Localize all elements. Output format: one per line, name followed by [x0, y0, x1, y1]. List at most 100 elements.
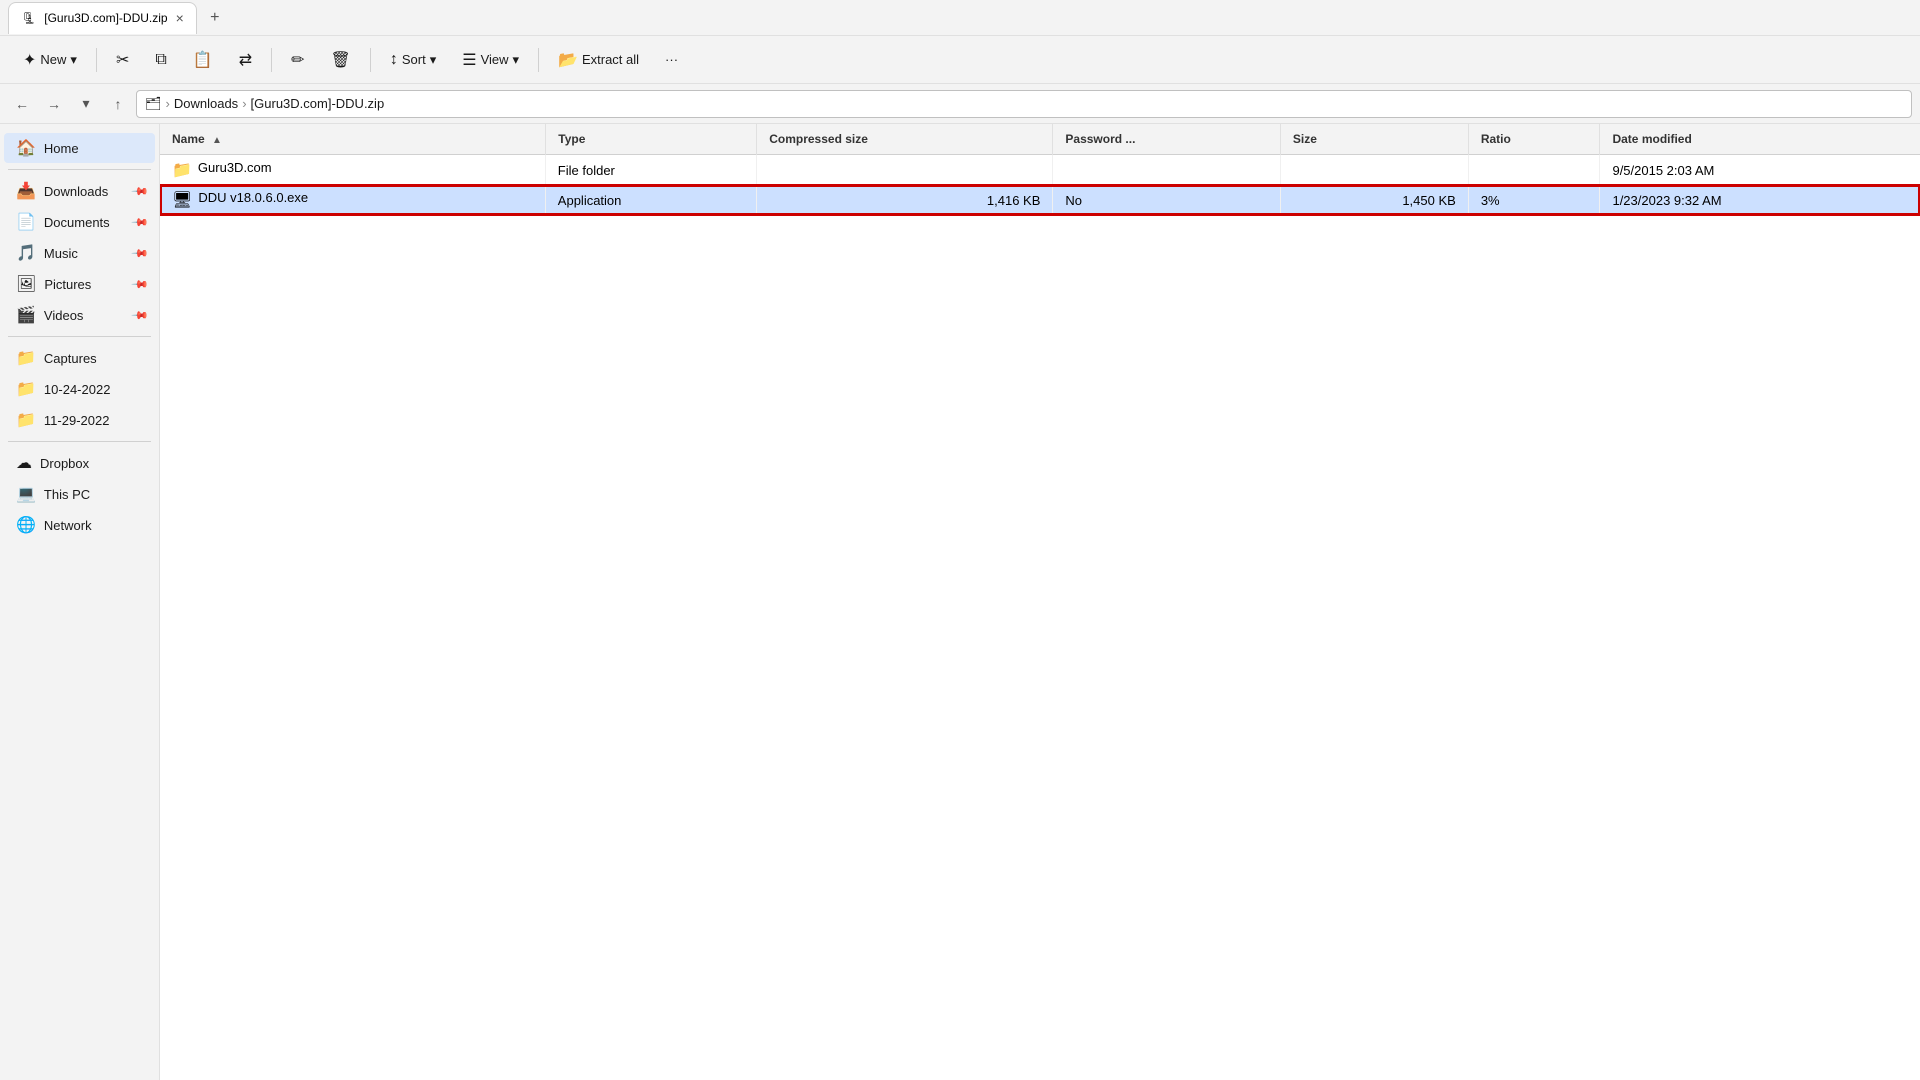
new-tab-button[interactable]: +: [201, 4, 229, 32]
downloads-icon: 📥: [16, 181, 36, 201]
cut-icon: ✂: [116, 50, 129, 70]
file-row-icon: 📁: [172, 160, 192, 180]
tab-icon: 🗜: [21, 11, 36, 25]
sidebar-item-10-24-2022[interactable]: 📁 10-24-2022: [4, 374, 155, 404]
col-password[interactable]: Password ...: [1053, 124, 1281, 155]
sidebar-item-home-label: Home: [44, 141, 79, 156]
sort-button[interactable]: ↕ Sort ▾: [379, 42, 447, 78]
content-area: Name ▲ Type Compressed size Password ...…: [160, 124, 1920, 1080]
sidebar-item-captures[interactable]: 📁 Captures: [4, 343, 155, 373]
col-compressed-size[interactable]: Compressed size: [757, 124, 1053, 155]
file-ratio-cell: 3%: [1468, 185, 1600, 215]
col-compressed-size-label: Compressed size: [769, 132, 868, 146]
breadcrumb-zip[interactable]: [Guru3D.com]-DDU.zip: [251, 96, 385, 111]
sidebar-item-dropbox[interactable]: ☁ Dropbox: [4, 448, 155, 478]
new-arrow: ▾: [70, 52, 77, 68]
toolbar: ✦ New ▾ ✂ ⧉ 📋 ⇄ ✏ 🗑 ↕ Sort ▾ ☰ View ▾ 📂 …: [0, 36, 1920, 84]
downloads-pin-icon: 📌: [131, 182, 150, 201]
rename-icon: ✏: [291, 50, 304, 70]
sidebar-item-pictures-label: Pictures: [44, 277, 91, 292]
file-ratio-cell: [1468, 155, 1600, 186]
file-date-cell: 9/5/2015 2:03 AM: [1600, 155, 1920, 186]
delete-button[interactable]: 🗑: [320, 42, 362, 78]
file-compressed-size-cell: [757, 155, 1053, 186]
sidebar-item-documents[interactable]: 📄 Documents 📌: [4, 207, 155, 237]
more-button[interactable]: ···: [654, 42, 689, 78]
move-icon: ⇄: [239, 50, 252, 70]
new-label: New: [40, 52, 66, 67]
sidebar-item-home[interactable]: 🏠 Home: [4, 133, 155, 163]
network-icon: 🌐: [16, 515, 36, 535]
sidebar-divider-3: [8, 441, 151, 442]
file-row-name: DDU v18.0.6.0.exe: [198, 190, 308, 210]
sidebar-item-10-24-2022-label: 10-24-2022: [44, 382, 111, 397]
pictures-pin-icon: 📌: [131, 275, 150, 294]
breadcrumb-root-icon: 🗂: [145, 96, 162, 112]
recent-icon: ▾: [82, 95, 89, 112]
folder-11-icon: 📁: [16, 410, 36, 430]
sidebar-item-documents-label: Documents: [44, 215, 110, 230]
move-button[interactable]: ⇄: [228, 42, 263, 78]
sidebar-item-downloads[interactable]: 📥 Downloads 📌: [4, 176, 155, 206]
col-ratio[interactable]: Ratio: [1468, 124, 1600, 155]
forward-button[interactable]: →: [40, 90, 68, 118]
col-name[interactable]: Name ▲: [160, 124, 546, 155]
file-size-cell: 1,450 KB: [1280, 185, 1468, 215]
sep2: [271, 48, 272, 72]
file-type-cell: File folder: [546, 155, 757, 186]
forward-icon: →: [47, 96, 61, 112]
sidebar-item-thispc[interactable]: 💻 This PC: [4, 479, 155, 509]
file-password-cell: [1053, 155, 1281, 186]
folder-10-icon: 📁: [16, 379, 36, 399]
copy-button[interactable]: ⧉: [144, 42, 177, 78]
table-row[interactable]: 🖥DDU v18.0.6.0.exeApplication1,416 KBNo1…: [160, 185, 1920, 215]
extract-all-button[interactable]: 📂 Extract all: [547, 42, 650, 78]
col-type[interactable]: Type: [546, 124, 757, 155]
sidebar-item-dropbox-label: Dropbox: [40, 456, 89, 471]
cut-button[interactable]: ✂: [105, 42, 140, 78]
file-password-cell: No: [1053, 185, 1281, 215]
new-icon: ✦: [23, 50, 36, 70]
col-type-label: Type: [558, 132, 585, 146]
file-row-icon: 🖥: [172, 190, 192, 210]
music-pin-icon: 📌: [131, 244, 150, 263]
recent-button[interactable]: ▾: [72, 90, 100, 118]
col-date-modified[interactable]: Date modified: [1600, 124, 1920, 155]
sidebar-item-11-29-2022[interactable]: 📁 11-29-2022: [4, 405, 155, 435]
documents-pin-icon: 📌: [131, 213, 150, 232]
rename-button[interactable]: ✏: [280, 42, 315, 78]
breadcrumb-downloads[interactable]: Downloads: [174, 96, 238, 111]
sidebar-item-11-29-2022-label: 11-29-2022: [44, 413, 110, 428]
extract-label: Extract all: [582, 52, 639, 67]
col-size[interactable]: Size: [1280, 124, 1468, 155]
tab-label: [Guru3D.com]-DDU.zip: [44, 11, 167, 25]
paste-icon: 📋: [193, 50, 213, 70]
sidebar-item-network-label: Network: [44, 518, 92, 533]
back-button[interactable]: ←: [8, 90, 36, 118]
sort-icon: ↕: [390, 51, 398, 69]
view-arrow: ▾: [513, 52, 520, 68]
table-row[interactable]: 📁 Guru3D.com File folder 9/5/2015 2:03 AM: [160, 155, 1920, 186]
file-row-name: Guru3D.com: [198, 160, 272, 180]
videos-pin-icon: 📌: [131, 306, 150, 325]
file-compressed-size-cell: 1,416 KB: [757, 185, 1053, 215]
view-button[interactable]: ☰ View ▾: [451, 42, 530, 78]
nav-bar: ← → ▾ ↑ 🗂 › Downloads › [Guru3D.com]-DDU…: [0, 84, 1920, 124]
new-button[interactable]: ✦ New ▾: [12, 42, 88, 78]
sidebar-item-network[interactable]: 🌐 Network: [4, 510, 155, 540]
sidebar-item-music[interactable]: 🎵 Music 📌: [4, 238, 155, 268]
paste-button[interactable]: 📋: [182, 42, 224, 78]
sidebar-item-pictures[interactable]: 🖼 Pictures 📌: [4, 269, 155, 299]
col-password-label: Password ...: [1065, 132, 1135, 146]
tab-close-button[interactable]: ×: [176, 11, 184, 25]
tab[interactable]: 🗜 [Guru3D.com]-DDU.zip ×: [8, 2, 197, 34]
captures-icon: 📁: [16, 348, 36, 368]
dropbox-icon: ☁: [16, 453, 32, 473]
sep1: [96, 48, 97, 72]
extract-icon: 📂: [558, 50, 578, 70]
up-button[interactable]: ↑: [104, 90, 132, 118]
sidebar-divider-2: [8, 336, 151, 337]
sidebar-item-videos[interactable]: 🎬 Videos 📌: [4, 300, 155, 330]
music-icon: 🎵: [16, 243, 36, 263]
sep4: [538, 48, 539, 72]
